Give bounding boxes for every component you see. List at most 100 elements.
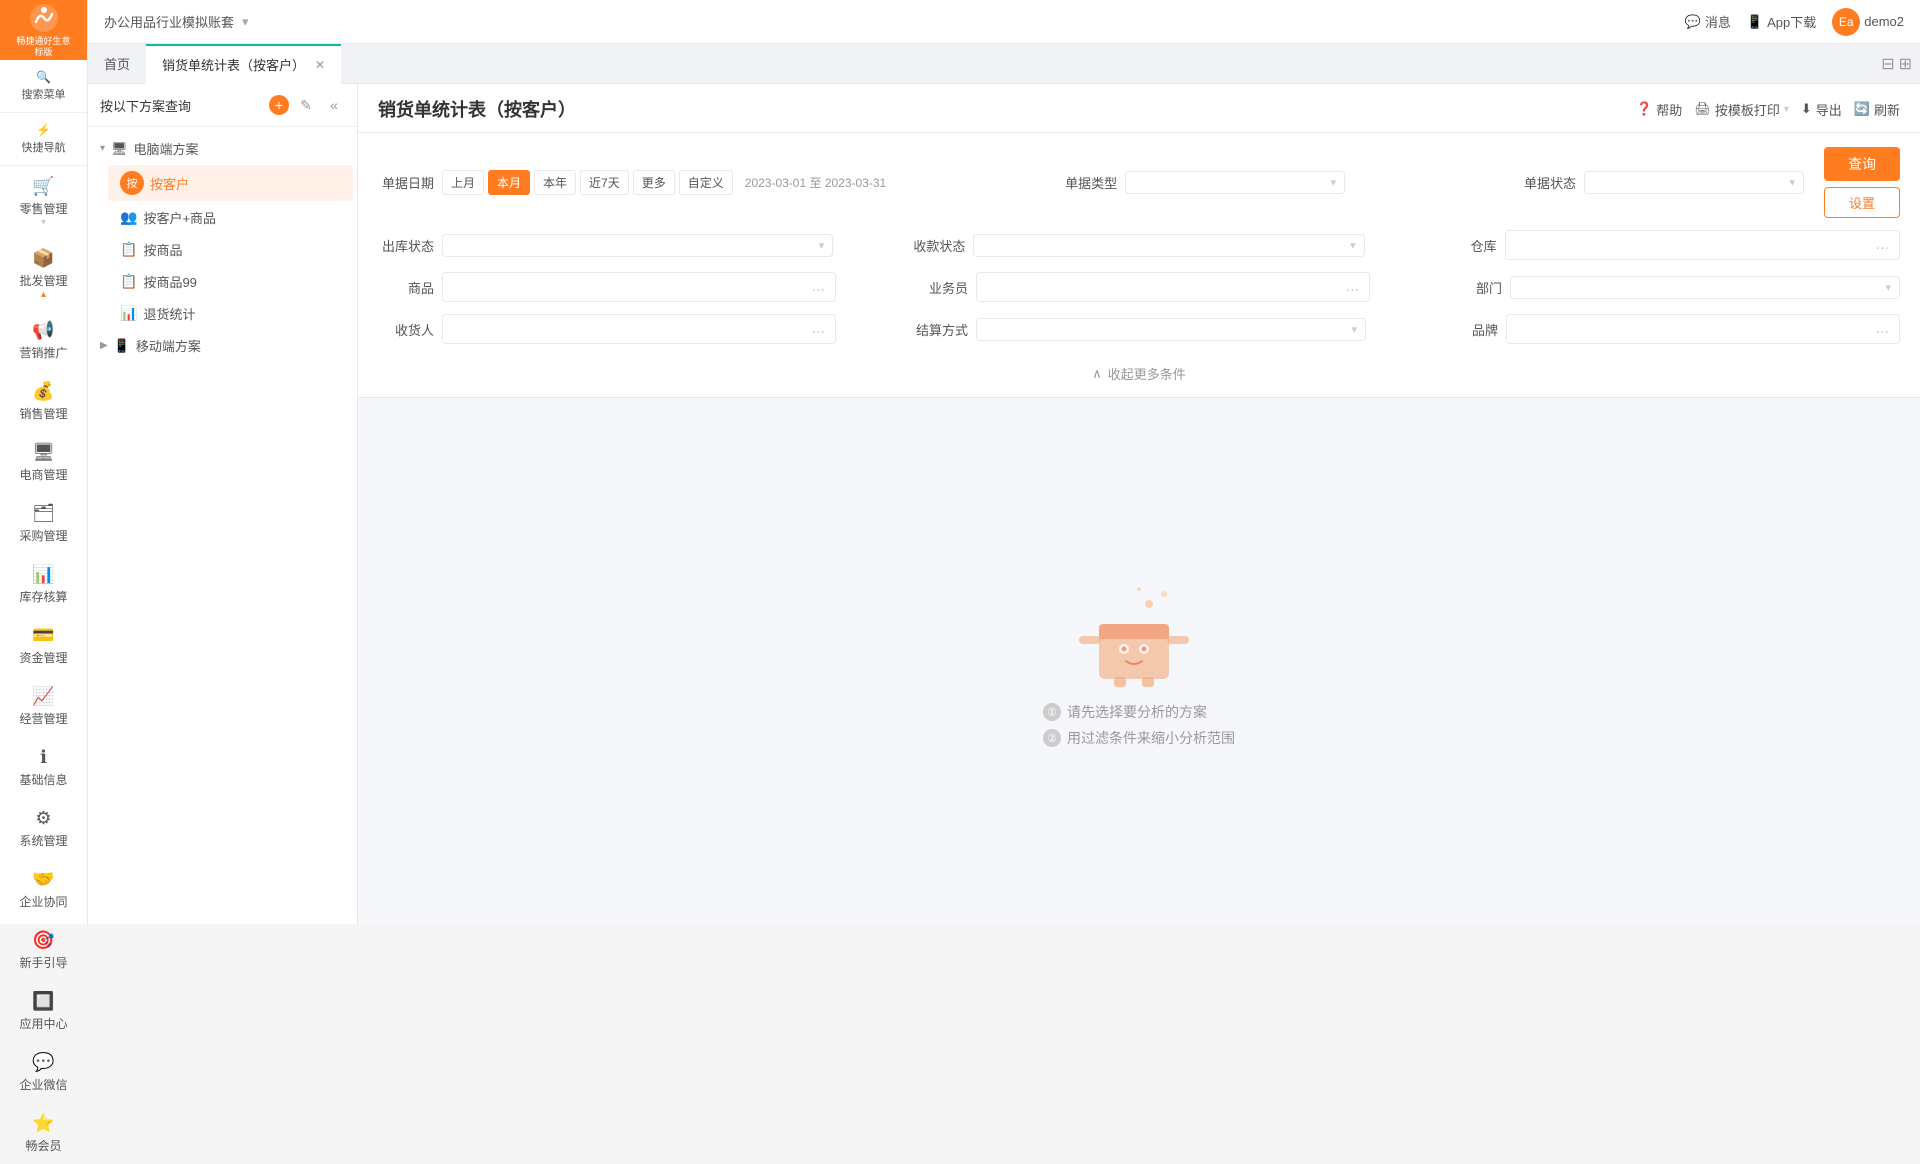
message-btn[interactable]: 💬 消息 <box>1685 12 1731 31</box>
print-btn[interactable]: 🖨 按模板打印 ▾ <box>1694 100 1789 119</box>
sidebar-item-inventory[interactable]: 📊 库存核算 <box>0 554 87 615</box>
date-btn-last-7[interactable]: 近7天 <box>580 170 629 195</box>
sidebar-item-sales-mgmt[interactable]: 💰 销售管理 <box>0 371 87 432</box>
receipt-status-label: 收款状态 <box>909 236 965 255</box>
tree-item-by-product-99[interactable]: 📋 按商品99 <box>108 266 353 297</box>
tree-item-by-product[interactable]: 📋 按商品 <box>108 234 353 265</box>
edit-scheme-btn[interactable]: ✎ <box>295 94 317 116</box>
sidebar-item-wholesale-mgmt[interactable]: 📦 批发管理 ▴ <box>0 238 87 310</box>
ecommerce-icon: 🖥 <box>32 442 55 463</box>
date-btn-last-month[interactable]: 上月 <box>442 170 484 195</box>
bill-type-select[interactable]: ▾ <box>1125 171 1345 194</box>
minimize-icon[interactable]: ⊟ <box>1881 54 1894 74</box>
sidebar-item-sys-mgmt[interactable]: ⚙ 系统管理 <box>0 798 87 859</box>
tab-close-icon[interactable]: ✕ <box>315 58 325 72</box>
tab-sales-stat-label: 销货单统计表（按客户） <box>162 55 305 74</box>
date-btn-custom[interactable]: 自定义 <box>679 170 733 195</box>
tab-home[interactable]: 首页 <box>88 44 146 84</box>
filter-row-2: 出库状态 ▾ 收款状态 ▾ 仓库 ... <box>378 230 1900 260</box>
topbar: 办公用品行业模拟账套 ▾ 💬 消息 📱 App下载 Ea demo2 <box>88 0 1920 44</box>
settings-btn[interactable]: 设置 <box>1824 187 1900 218</box>
sidebar-item-ecommerce[interactable]: 🖥 电商管理 <box>0 432 87 493</box>
collapse-icon: « <box>330 97 338 113</box>
sidebar-item-retail-mgmt[interactable]: 🛒 零售管理 ▾ <box>0 166 87 238</box>
export-btn[interactable]: ⬇ 导出 <box>1801 100 1842 119</box>
date-btn-more[interactable]: 更多 <box>633 170 675 195</box>
search-btn[interactable]: 查询 <box>1824 147 1900 181</box>
out-status-select[interactable]: ▾ <box>442 234 833 257</box>
app-download-btn[interactable]: 📱 App下载 <box>1747 12 1816 31</box>
date-quick-btns: 上月 本月 本年 近7天 更多 自定义 <box>442 170 733 195</box>
sidebar-item-finance[interactable]: 💳 资金管理 <box>0 615 87 676</box>
empty-text: ① 请先选择要分析的方案 ② 用过滤条件来缩小分析范围 <box>1043 702 1235 748</box>
tree-mobile-root[interactable]: ▶ 📱 移动端方案 <box>88 330 357 361</box>
tree-item-return-stat[interactable]: 📊 退货统计 <box>108 298 353 329</box>
wholesale-arrow: ▴ <box>41 289 46 300</box>
sidebar-item-wechat[interactable]: 💬 企业微信 <box>0 1042 87 1103</box>
tree-desktop-root[interactable]: ▾ 🖥 电脑端方案 <box>88 133 357 164</box>
left-panel-title: 按以下方案查询 <box>100 96 191 115</box>
consignee-input[interactable]: ... <box>442 314 836 344</box>
brand-label: 品牌 <box>1442 320 1498 339</box>
sidebar-item-quick-nav[interactable]: ⚡ 快捷导航 <box>0 113 87 166</box>
content-area: 按以下方案查询 + ✎ « ▾ 🖥 电脑端方案 <box>88 84 1920 924</box>
finance-icon: 💳 <box>32 625 54 646</box>
export-icon: ⬇ <box>1801 101 1812 117</box>
tab-sales-stat[interactable]: 销货单统计表（按客户） ✕ <box>146 44 341 84</box>
guide-icon: 🎯 <box>32 930 54 951</box>
sidebar-item-search-menu[interactable]: 🔍 搜索菜单 <box>0 60 87 113</box>
collapse-row: ∧ 收起更多条件 <box>378 352 1900 383</box>
topbar-title: 办公用品行业模拟账套 <box>104 12 234 31</box>
quick-nav-icon: ⚡ <box>36 123 51 137</box>
avatar: Ea <box>1832 8 1860 36</box>
collapse-up-icon: ∧ <box>1092 366 1102 382</box>
desktop-section-icon: 🖥 <box>111 141 128 157</box>
maximize-icon[interactable]: ⊞ <box>1899 54 1912 74</box>
filter-row-date: 单据日期 上月 本月 本年 近7天 更多 自定义 2023-03-01 至 20… <box>378 147 1900 218</box>
help-icon: ❓ <box>1636 101 1652 117</box>
settlement-select[interactable]: ▾ <box>976 318 1366 341</box>
add-scheme-btn[interactable]: + <box>269 95 289 115</box>
tree-item-customer-product[interactable]: 👥 按客户+商品 <box>108 202 353 233</box>
product-input[interactable]: ... <box>442 272 836 302</box>
collapse-btn[interactable]: ∧ 收起更多条件 <box>1092 356 1186 383</box>
sidebar-item-enterprise[interactable]: 🤝 企业协同 <box>0 859 87 920</box>
retail-arrow: ▾ <box>41 217 46 228</box>
refresh-btn[interactable]: 🔄 刷新 <box>1854 100 1900 119</box>
sidebar-item-app-center[interactable]: 🔲 应用中心 <box>0 981 87 1042</box>
tree-item-by-customer[interactable]: 按 按客户 <box>108 165 353 201</box>
by-customer-icon: 按 <box>120 171 144 195</box>
date-btn-this-month[interactable]: 本月 <box>488 170 530 195</box>
sidebar-item-basic-info[interactable]: ℹ 基础信息 <box>0 737 87 798</box>
main-area: 办公用品行业模拟账套 ▾ 💬 消息 📱 App下载 Ea demo2 首页 <box>88 0 1920 924</box>
bill-status-select[interactable]: ▾ <box>1584 171 1804 194</box>
sidebar-item-new-guide[interactable]: 🎯 新手引导 <box>0 920 87 981</box>
empty-icon-svg <box>1069 574 1209 694</box>
dept-select[interactable]: ▾ <box>1510 276 1900 299</box>
logo-text: 畅捷通好生意 标版 <box>16 36 70 58</box>
salesperson-dots: ... <box>1346 278 1359 296</box>
page-header: 销货单统计表（按客户） ❓ 帮助 🖨 按模板打印 ▾ ⬇ <box>358 84 1920 133</box>
sidebar: 畅捷通好生意 标版 🔍 搜索菜单 ⚡ 快捷导航 🛒 零售管理 ▾ 📦 批发管理 … <box>0 0 88 924</box>
topbar-dropdown-icon[interactable]: ▾ <box>242 14 249 30</box>
sidebar-item-member[interactable]: ⭐ 畅会员 <box>0 1103 87 1164</box>
date-btn-this-year[interactable]: 本年 <box>534 170 576 195</box>
brand-input[interactable]: ... <box>1506 314 1900 344</box>
sidebar-item-purchase[interactable]: 🗂 采购管理 <box>0 493 87 554</box>
search-icon: 🔍 <box>36 70 51 84</box>
main-content: ① 请先选择要分析的方案 ② 用过滤条件来缩小分析范围 <box>358 398 1920 924</box>
help-btn[interactable]: ❓ 帮助 <box>1636 100 1682 119</box>
sidebar-item-business[interactable]: 📈 经营管理 <box>0 676 87 737</box>
salesperson-input[interactable]: ... <box>976 272 1370 302</box>
dept-arrow: ▾ <box>1885 281 1891 294</box>
tree-arrow-down: ▾ <box>100 143 105 154</box>
receipt-status-select[interactable]: ▾ <box>973 234 1364 257</box>
sidebar-item-marketing[interactable]: 📢 营销推广 <box>0 310 87 371</box>
user-menu[interactable]: Ea demo2 <box>1832 8 1904 36</box>
tab-home-label: 首页 <box>104 54 130 73</box>
topbar-left: 办公用品行业模拟账套 ▾ <box>104 12 249 31</box>
print-dropdown-icon[interactable]: ▾ <box>1784 104 1789 115</box>
collapse-panel-btn[interactable]: « <box>323 94 345 116</box>
warehouse-input[interactable]: ... <box>1505 230 1900 260</box>
customer-product-icon: 👥 <box>120 209 137 226</box>
